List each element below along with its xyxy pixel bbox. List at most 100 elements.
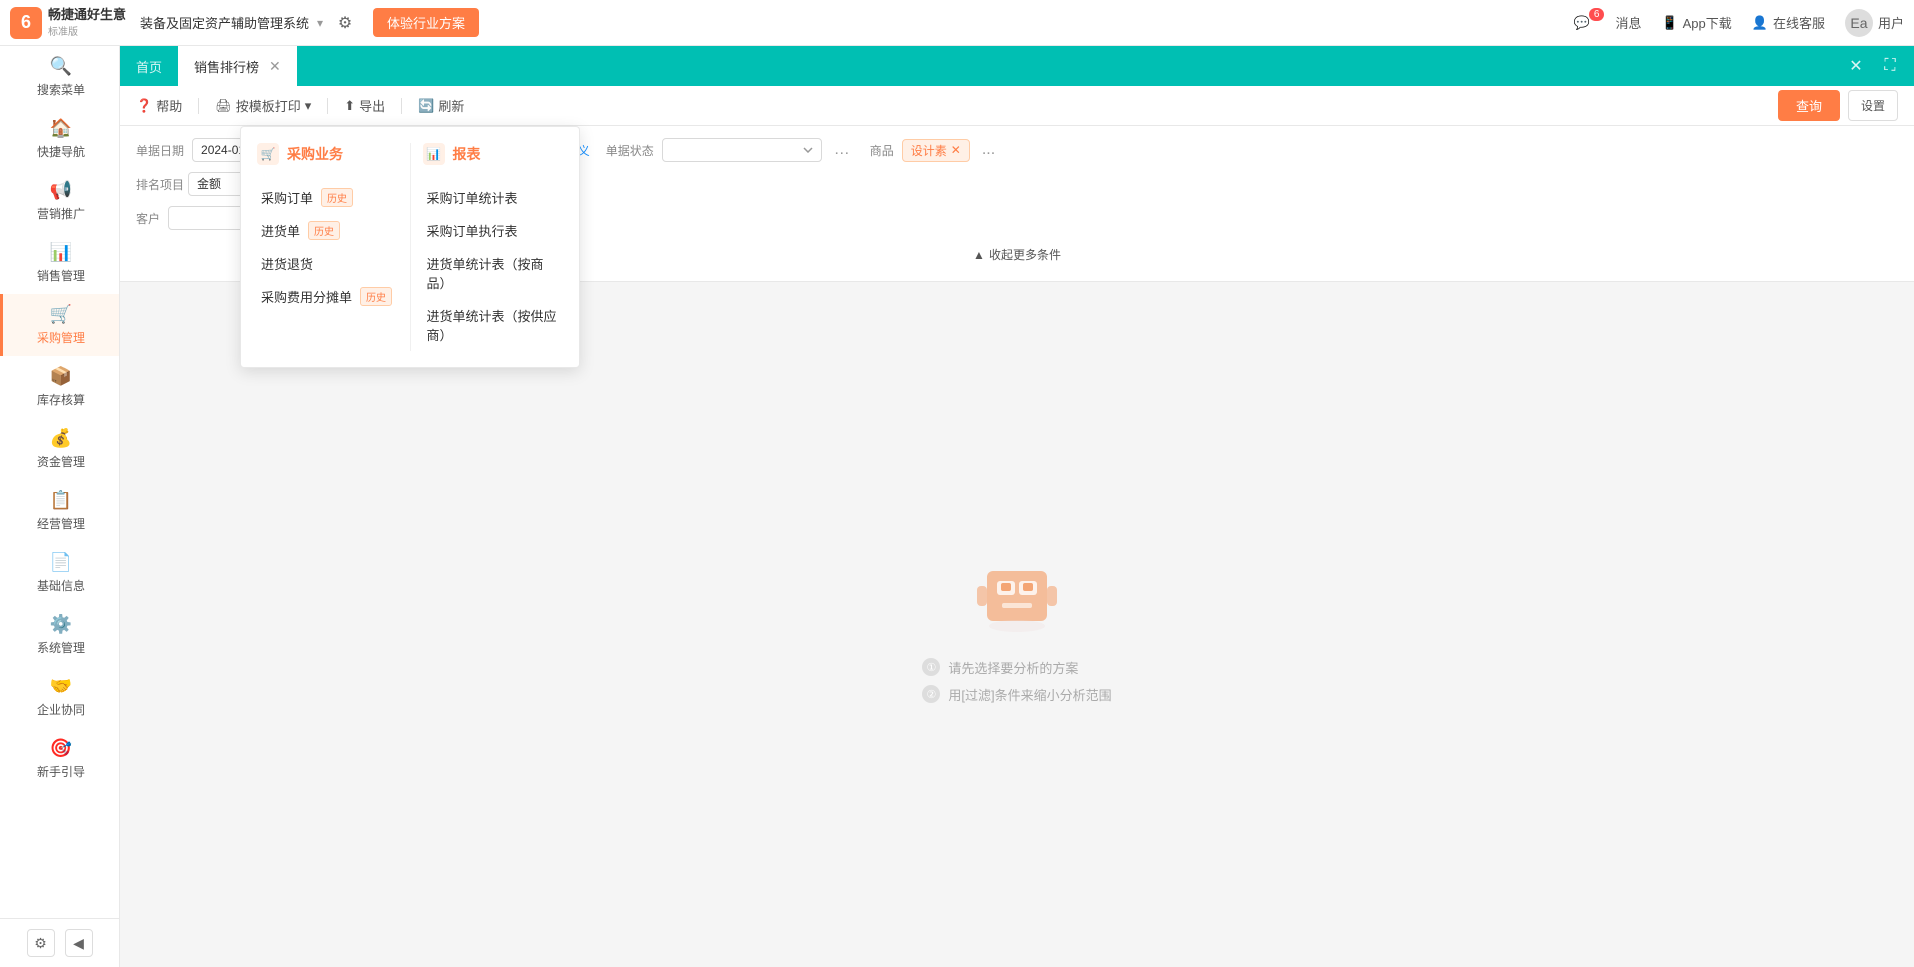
sidebar-label-marketing: 营销推广: [37, 205, 85, 222]
dropdown-cols: 🛒 采购业务 采购订单 历史 进货单 历史 进货退货: [257, 143, 563, 351]
dropdown-item-incoming[interactable]: 进货单 历史: [257, 214, 398, 247]
tab-close-icon[interactable]: ✕: [269, 58, 281, 75]
service-icon: 👤: [1752, 15, 1768, 31]
settings-icon[interactable]: ⚙: [331, 9, 359, 37]
incoming-label: 进货单: [261, 221, 300, 240]
status-select[interactable]: [662, 138, 822, 162]
tab-maximize-button[interactable]: ⛶: [1876, 52, 1904, 80]
system-icon: ⚙️: [50, 614, 72, 635]
sidebar-label-operation: 经营管理: [37, 515, 85, 532]
goods-ellipsis[interactable]: ...: [978, 141, 999, 159]
dropdown-item-expense[interactable]: 采购费用分摊单 历史: [257, 280, 398, 313]
set-button[interactable]: 设置: [1848, 90, 1898, 121]
dropdown-divider: [410, 143, 411, 351]
toolbar-sep-1: [198, 98, 199, 114]
print-icon: 🖨: [215, 98, 232, 114]
content-area: 首页 销售排行榜 ✕ ✕ ⛶ ❓ 帮助 🖨 按模板打印 ▾: [120, 46, 1914, 967]
online-service-action[interactable]: 👤 在线客服: [1752, 13, 1825, 32]
dropdown-item-order-exec[interactable]: 采购订单执行表: [423, 214, 564, 247]
logo-main: 畅捷通好生意: [48, 7, 126, 23]
purchase-order-history-tag: 历史: [321, 188, 353, 207]
sidebar-item-basic[interactable]: 📄 基础信息: [0, 542, 119, 604]
print-template-button[interactable]: 🖨 按模板打印 ▾: [215, 96, 311, 115]
purchase-icon: 🛒: [50, 304, 72, 325]
home-icon: 🏠: [50, 118, 72, 139]
goods-tag-text: 设计素: [911, 142, 947, 159]
dropdown-report-col: 📊 报表 采购订单统计表 采购订单执行表 进货单统计表（按商品） 进货单统计表（…: [423, 143, 564, 351]
sidebar-item-quick[interactable]: 🏠 快捷导航: [0, 108, 119, 170]
inventory-icon: 📦: [50, 366, 72, 387]
export-button[interactable]: ⬆ 导出: [344, 96, 385, 115]
refresh-icon: 🔄: [418, 98, 434, 114]
dropdown-purchase-col: 🛒 采购业务 采购订单 历史 进货单 历史 进货退货: [257, 143, 398, 351]
help-button[interactable]: ❓ 帮助: [136, 96, 182, 115]
sidebar-bottom: ⚙ ◀: [0, 918, 119, 967]
collapse-label: 收起更多条件: [989, 246, 1061, 263]
refresh-button[interactable]: 🔄 刷新: [418, 96, 464, 115]
sidebar-settings-button[interactable]: ⚙: [27, 929, 55, 957]
dropdown-report-header: 📊 报表: [423, 143, 564, 169]
empty-tip-2: ② 用[过滤]条件来缩小分析范围: [922, 685, 1111, 704]
sidebar-label-basic: 基础信息: [37, 577, 85, 594]
help-icon: ❓: [136, 98, 152, 114]
tab-home[interactable]: 首页: [120, 46, 178, 86]
dropdown-item-return[interactable]: 进货退货: [257, 247, 398, 280]
sidebar-item-system[interactable]: ⚙️ 系统管理: [0, 604, 119, 666]
incoming-history-tag: 历史: [308, 221, 340, 240]
sidebar-item-purchase[interactable]: 🛒 采购管理: [0, 294, 119, 356]
tab-close-all-button[interactable]: ✕: [1842, 52, 1870, 80]
logo-area: 6 畅捷通好生意 标准版: [10, 7, 130, 39]
dropdown-item-purchase-order[interactable]: 采购订单 历史: [257, 181, 398, 214]
empty-tips: ① 请先选择要分析的方案 ② 用[过滤]条件来缩小分析范围: [922, 658, 1111, 704]
sidebar-label-guide: 新手引导: [37, 763, 85, 780]
system-title: 装备及固定资产辅助管理系统: [140, 13, 309, 32]
avatar: Ea: [1845, 9, 1873, 37]
refresh-label: 刷新: [438, 96, 464, 115]
tab-bar: 首页 销售排行榜 ✕ ✕ ⛶: [120, 46, 1914, 86]
tab-sales-ranking[interactable]: 销售排行榜 ✕: [178, 46, 297, 86]
sidebar-item-sales[interactable]: 📊 销售管理: [0, 232, 119, 294]
sidebar-item-inventory[interactable]: 📦 库存核算: [0, 356, 119, 418]
top-header: 6 畅捷通好生意 标准版 装备及固定资产辅助管理系统 ▾ ⚙ 体验行业方案 💬 …: [0, 0, 1914, 46]
dropdown-item-order-stat[interactable]: 采购订单统计表: [423, 181, 564, 214]
app-download-action[interactable]: 📱 App下载: [1661, 13, 1731, 32]
ranking-label: 排名项目: [136, 176, 184, 193]
user-action[interactable]: Ea 用户: [1845, 9, 1904, 37]
sidebar-item-guide[interactable]: 🎯 新手引导: [0, 728, 119, 790]
sidebar-label-search: 搜索菜单: [37, 81, 85, 98]
dropdown-purchase-header: 🛒 采购业务: [257, 143, 398, 169]
message-action[interactable]: 💬 6 消息: [1574, 13, 1642, 32]
message-icon: 💬: [1574, 15, 1590, 31]
sidebar-label-enterprise: 企业协同: [37, 701, 85, 718]
message-label: 消息: [1615, 13, 1641, 32]
empty-state: ① 请先选择要分析的方案 ② 用[过滤]条件来缩小分析范围: [120, 282, 1914, 967]
query-button[interactable]: 查询: [1778, 90, 1840, 121]
tip-text-1: 请先选择要分析的方案: [948, 658, 1078, 677]
sidebar-item-operation[interactable]: 📋 经营管理: [0, 480, 119, 542]
title-dropdown-arrow[interactable]: ▾: [317, 16, 323, 30]
sidebar-item-finance[interactable]: 💰 资金管理: [0, 418, 119, 480]
status-ellipsis[interactable]: …: [830, 141, 854, 159]
sidebar-label-sales: 销售管理: [37, 267, 85, 284]
tab-bar-right: ✕ ⛶: [1842, 52, 1914, 80]
sidebar-item-marketing[interactable]: 📢 营销推广: [0, 170, 119, 232]
dropdown-item-incoming-supplier[interactable]: 进货单统计表（按供应商）: [423, 299, 564, 351]
user-label: 用户: [1878, 13, 1904, 32]
expense-label: 采购费用分摊单: [261, 287, 352, 306]
toolbar: ❓ 帮助 🖨 按模板打印 ▾ ⬆ 导出 🔄 刷新 查询 设置: [120, 86, 1914, 126]
return-label: 进货退货: [261, 254, 313, 273]
goods-tag-close[interactable]: ✕: [951, 143, 961, 157]
tip-num-1: ①: [922, 658, 940, 676]
empty-illustration: [957, 546, 1077, 646]
industry-button[interactable]: 体验行业方案: [373, 8, 479, 37]
sales-icon: 📊: [50, 242, 72, 263]
dropdown-item-incoming-goods[interactable]: 进货单统计表（按商品）: [423, 247, 564, 299]
sidebar-collapse-button[interactable]: ◀: [65, 929, 93, 957]
sidebar-item-enterprise[interactable]: 🤝 企业协同: [0, 666, 119, 728]
sidebar-label-finance: 资金管理: [37, 453, 85, 470]
guide-icon: 🎯: [50, 738, 72, 759]
header-right: 💬 6 消息 📱 App下载 👤 在线客服 Ea 用户: [1574, 9, 1904, 37]
sidebar-label-purchase: 采购管理: [37, 329, 85, 346]
sidebar-item-search[interactable]: 🔍 搜索菜单: [0, 46, 119, 108]
sidebar-label-system: 系统管理: [37, 639, 85, 656]
